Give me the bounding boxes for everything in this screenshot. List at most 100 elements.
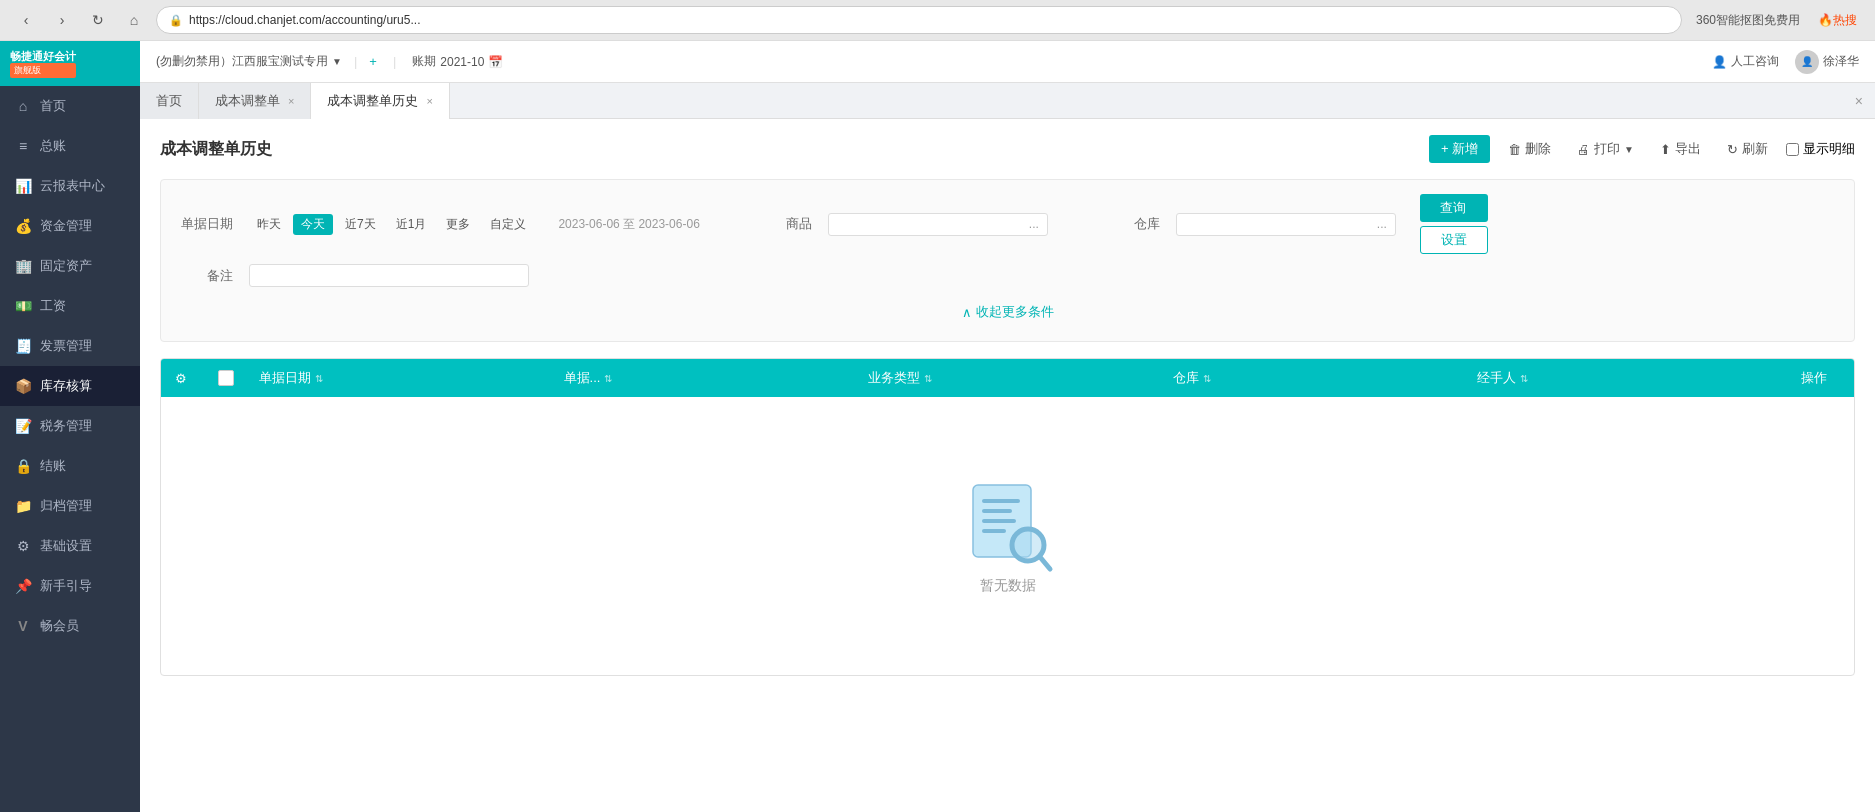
browser-right-tools: 360智能抠图免费用 🔥热搜 [1690, 10, 1863, 31]
empty-svg [958, 477, 1058, 577]
archive-icon: 📁 [14, 498, 32, 514]
display-cols-checkbox[interactable]: 显示明细 [1786, 140, 1855, 158]
table-container: ⚙ 单据日期 ⇅ 单据... ⇅ 业务类型 ⇅ [160, 358, 1855, 676]
date-tab-today[interactable]: 今天 [293, 214, 333, 235]
warehouse-input[interactable] [1185, 217, 1369, 232]
svg-rect-2 [982, 509, 1012, 513]
period-info: 账期 2021-10 📅 [412, 53, 503, 70]
refresh-icon: ↻ [1727, 142, 1738, 157]
refresh-button[interactable]: ↻ [84, 6, 112, 34]
sidebar-item-settings[interactable]: ⚙ 基础设置 [0, 526, 140, 566]
home-icon: ⌂ [14, 98, 32, 114]
tax-icon: 📝 [14, 418, 32, 434]
warehouse-filter[interactable]: ... [1176, 213, 1396, 236]
sidebar-item-close[interactable]: 🔒 结账 [0, 446, 140, 486]
print-button[interactable]: 🖨 打印 ▼ [1569, 136, 1642, 162]
lock-icon: 🔒 [169, 14, 183, 27]
ledger-icon: ≡ [14, 138, 32, 154]
refresh-button[interactable]: ↻ 刷新 [1719, 136, 1776, 162]
tab-home[interactable]: 首页 [140, 83, 199, 119]
search-tool[interactable]: 360智能抠图免费用 [1690, 10, 1806, 31]
guide-icon: 📌 [14, 578, 32, 594]
new-button[interactable]: + 新增 [1429, 135, 1490, 163]
svg-rect-4 [982, 529, 1006, 533]
display-cols-input[interactable] [1786, 143, 1799, 156]
sidebar-item-reports[interactable]: 📊 云报表中心 [0, 166, 140, 206]
home-button[interactable]: ⌂ [120, 6, 148, 34]
export-label: 导出 [1675, 140, 1701, 158]
sidebar-item-home[interactable]: ⌂ 首页 [0, 86, 140, 126]
select-all-checkbox[interactable] [218, 370, 234, 386]
remark-filter[interactable] [249, 264, 529, 287]
warehouse-label: 仓库 [1104, 215, 1160, 233]
url-bar[interactable]: 🔒 https://cloud.chanjet.com/accounting/u… [156, 6, 1682, 34]
back-button[interactable]: ‹ [12, 6, 40, 34]
remark-input[interactable] [258, 268, 520, 283]
sidebar-item-assets[interactable]: 🏢 固定资产 [0, 246, 140, 286]
goods-filter[interactable]: ... [828, 213, 1048, 236]
sidebar-item-invoice[interactable]: 🧾 发票管理 [0, 326, 140, 366]
user-name: 徐泽华 [1823, 53, 1859, 70]
th-biz-type[interactable]: 业务类型 ⇅ [860, 369, 1165, 387]
sidebar-item-salary[interactable]: 💵 工资 [0, 286, 140, 326]
filter-remark-row: 备注 [177, 264, 1838, 287]
th-number[interactable]: 单据... ⇅ [556, 369, 861, 387]
tab-cost-adjust-history-close[interactable]: × [426, 95, 432, 107]
table-header: ⚙ 单据日期 ⇅ 单据... ⇅ 业务类型 ⇅ [161, 359, 1854, 397]
sidebar-label-member: 畅会员 [40, 617, 79, 635]
empty-illustration [958, 477, 1058, 577]
collapse-button[interactable]: ∧ 收起更多条件 [177, 297, 1838, 327]
th-warehouse-label: 仓库 [1173, 369, 1199, 387]
print-label: 打印 [1594, 140, 1620, 158]
table-settings-icon[interactable]: ⚙ [161, 371, 201, 386]
top-bar-right: 👤 人工咨询 👤 徐泽华 [1712, 50, 1859, 74]
user-info[interactable]: 👤 徐泽华 [1795, 50, 1859, 74]
settings-filter-button[interactable]: 设置 [1420, 226, 1488, 254]
sidebar-item-funds[interactable]: 💰 资金管理 [0, 206, 140, 246]
sidebar-item-member[interactable]: V 畅会员 [0, 606, 140, 646]
date-tab-more[interactable]: 更多 [438, 214, 478, 235]
print-icon: 🖨 [1577, 142, 1590, 157]
company-selector[interactable]: (勿删勿禁用）江西服宝测试专用 ▼ [156, 53, 342, 70]
tab-cost-adjust-close[interactable]: × [288, 95, 294, 107]
svg-rect-3 [982, 519, 1016, 523]
table-header-checkbox[interactable] [201, 370, 251, 386]
goods-input[interactable] [837, 217, 1021, 232]
date-tab-7days[interactable]: 近7天 [337, 214, 384, 235]
date-tab-custom[interactable]: 自定义 [482, 214, 534, 235]
sidebar-label-archive: 归档管理 [40, 497, 92, 515]
top-bar-left: (勿删勿禁用）江西服宝测试专用 ▼ | + | 账期 2021-10 📅 [156, 53, 1712, 70]
calendar-icon[interactable]: 📅 [488, 55, 503, 69]
th-handler[interactable]: 经手人 ⇅ [1469, 369, 1774, 387]
sidebar-item-inventory[interactable]: 📦 库存核算 [0, 366, 140, 406]
tab-cost-adjust-history[interactable]: 成本调整单历史 × [311, 83, 449, 119]
tab-cost-adjust[interactable]: 成本调整单 × [199, 83, 311, 119]
delete-icon: 🗑 [1508, 142, 1521, 157]
th-biz-type-sort-icon: ⇅ [924, 373, 932, 384]
delete-button[interactable]: 🗑 删除 [1500, 136, 1559, 162]
date-label: 单据日期 [177, 215, 233, 233]
user-avatar: 👤 [1795, 50, 1819, 74]
close-all-tabs-icon[interactable]: × [1843, 93, 1875, 109]
consultant-icon: 👤 [1712, 55, 1727, 69]
consultant-button[interactable]: 👤 人工咨询 [1712, 53, 1779, 70]
add-company-btn[interactable]: + [369, 54, 377, 69]
filter-date-row: 单据日期 昨天 今天 近7天 近1月 更多 自定义 2023-06-06 至 2… [177, 194, 1838, 254]
hot-search[interactable]: 🔥热搜 [1812, 10, 1863, 31]
filter-section: 单据日期 昨天 今天 近7天 近1月 更多 自定义 2023-06-06 至 2… [160, 179, 1855, 342]
sidebar-nav: ⌂ 首页 ≡ 总账 📊 云报表中心 💰 资金管理 🏢 固定资产 💵 工资 [0, 86, 140, 812]
sidebar-item-ledger[interactable]: ≡ 总账 [0, 126, 140, 166]
th-warehouse[interactable]: 仓库 ⇅ [1165, 369, 1470, 387]
sidebar-item-archive[interactable]: 📁 归档管理 [0, 486, 140, 526]
company-name: (勿删勿禁用）江西服宝测试专用 [156, 53, 328, 70]
sidebar-item-guide[interactable]: 📌 新手引导 [0, 566, 140, 606]
export-button[interactable]: ⬆ 导出 [1652, 136, 1709, 162]
th-date[interactable]: 单据日期 ⇅ [251, 369, 556, 387]
sidebar-label-close: 结账 [40, 457, 66, 475]
print-dropdown-icon: ▼ [1624, 144, 1634, 155]
sidebar-item-tax[interactable]: 📝 税务管理 [0, 406, 140, 446]
query-button[interactable]: 查询 [1420, 194, 1488, 222]
date-tab-yesterday[interactable]: 昨天 [249, 214, 289, 235]
forward-button[interactable]: › [48, 6, 76, 34]
date-tab-1month[interactable]: 近1月 [388, 214, 435, 235]
